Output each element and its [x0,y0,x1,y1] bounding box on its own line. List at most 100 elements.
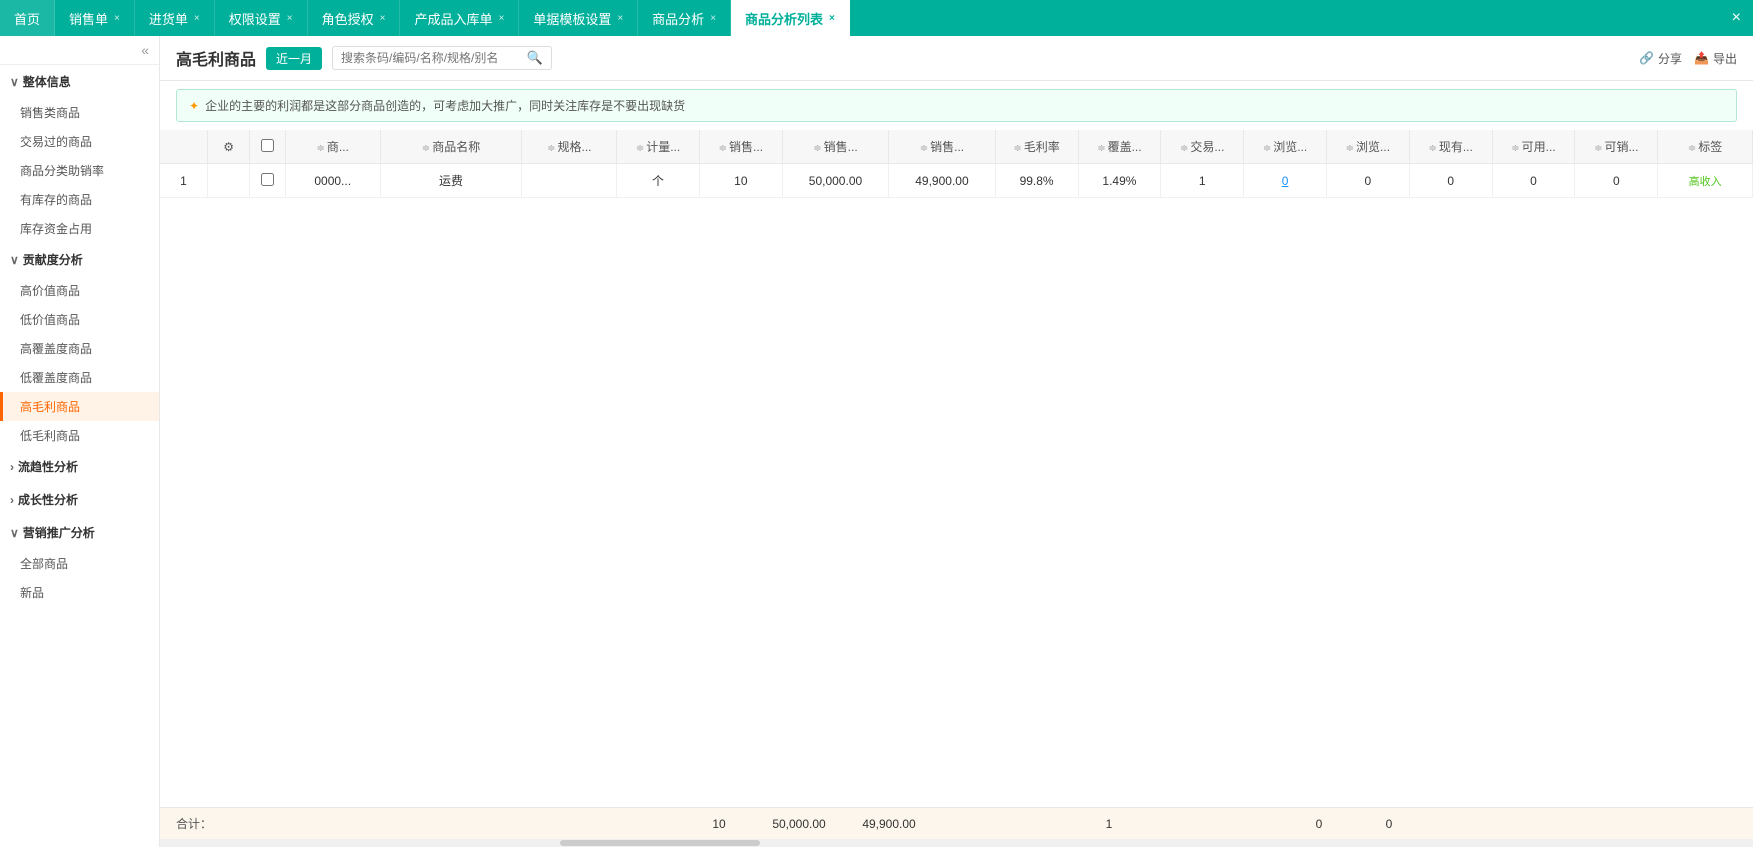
sidebar-group-label: 营销推广分析 [23,524,95,541]
search-icon[interactable]: 🔍 [527,50,543,66]
nav-item-权限设置[interactable]: 权限设置 × [215,0,308,36]
content-area: 高毛利商品 近一月 🔍 🔗 分享 📤 导出 ✦ 企业的主要的利润都是这部分商品创… [160,36,1753,847]
nav-close-销售单[interactable]: × [114,13,120,24]
col-header-settings[interactable]: ⚙ [207,130,250,164]
nav-item-角色授权[interactable]: 角色授权 × [308,0,401,36]
sidebar-item-低覆盖度商品[interactable]: 低覆盖度商品 [0,363,159,392]
sidebar-group-成长性分析[interactable]: › 成长性分析 [0,483,159,516]
cell-row-num: 1 [160,164,207,198]
share-button[interactable]: 🔗 分享 [1639,50,1682,67]
cell-sales_qty: 10 [699,164,782,198]
cell-unit: 个 [617,164,700,198]
nav-close-角色授权[interactable]: × [380,13,386,24]
table-header: ⚙≑商...≑商品名称≑规格...≑计量...≑销售...≑销售...≑销售..… [160,130,1753,164]
sidebar-item-销售类商品[interactable]: 销售类商品 [0,98,159,127]
col-header-coverage: ≑覆盖... [1078,130,1161,164]
tip-icon: ✦ [189,99,199,113]
sidebar-item-新品[interactable]: 新品 [0,578,159,607]
header-actions: 🔗 分享 📤 导出 [1639,50,1737,67]
col-header-current_stock: ≑现有... [1409,130,1492,164]
arrow-down-icon: ∨ [10,75,19,89]
arrow-right-icon: › [10,493,14,507]
col-header-browse2: ≑浏览... [1326,130,1409,164]
sidebar-group-label: 流趋性分析 [18,458,78,475]
export-button[interactable]: 📤 导出 [1694,50,1737,67]
cell-gross_margin: 99.8% [995,164,1078,198]
nav-item-产成品入库单[interactable]: 产成品入库单 × [400,0,519,36]
col-header-gross_margin: ≑毛利率 [995,130,1078,164]
sidebar-group-贡献度分析[interactable]: ∨贡献度分析 [0,243,159,276]
sidebar-group-营销推广分析[interactable]: ∨ 营销推广分析 [0,516,159,549]
time-filter-button[interactable]: 近一月 [266,47,322,70]
nav-close-进货单[interactable]: × [194,13,200,24]
horizontal-scrollbar[interactable] [160,839,1753,847]
nav-item-进货单[interactable]: 进货单 × [135,0,215,36]
nav-close-商品分析[interactable]: × [710,13,716,24]
col-header-checkbox[interactable] [250,130,285,164]
col-header-sales_amount: ≑销售... [782,130,888,164]
row-checkbox[interactable] [261,173,274,186]
nav-item-商品分析[interactable]: 商品分析 × [638,0,731,36]
sidebar: « ∨整体信息销售类商品交易过的商品商品分类助销率有库存的商品库存资金占用∨贡献… [0,36,160,847]
nav-close-商品分析列表[interactable]: × [829,13,835,24]
table-row: 10000...运费个1050,000.0049,900.0099.8%1.49… [160,164,1753,198]
sidebar-item-有库存的商品[interactable]: 有库存的商品 [0,185,159,214]
arrow-down-icon: ∨ [10,526,19,540]
col-header-transaction: ≑交易... [1161,130,1244,164]
sidebar-group-流趋性分析[interactable]: › 流趋性分析 [0,450,159,483]
cell-sales_amount: 50,000.00 [782,164,888,198]
nav-item-首页[interactable]: 首页 [0,0,55,36]
close-all-button[interactable]: × [1720,9,1753,27]
sidebar-item-高覆盖度商品[interactable]: 高覆盖度商品 [0,334,159,363]
top-navigation: 首页销售单 ×进货单 ×权限设置 ×角色授权 ×产成品入库单 ×单据模板设置 ×… [0,0,1753,36]
nav-item-销售单[interactable]: 销售单 × [55,0,135,36]
sidebar-group-label: 成长性分析 [18,491,78,508]
sidebar-item-低价值商品[interactable]: 低价值商品 [0,305,159,334]
sidebar-item-商品分类助销率[interactable]: 商品分类助销率 [0,156,159,185]
footer-cell-15: 0 [1284,817,1354,831]
main-layout: « ∨整体信息销售类商品交易过的商品商品分类助销率有库存的商品库存资金占用∨贡献… [0,36,1753,847]
sidebar-collapse-button[interactable]: « [0,36,159,65]
footer-cell-5 [534,817,614,831]
export-icon: 📤 [1694,51,1709,65]
footer-cell-6 [614,817,684,831]
nav-close-单据模板设置[interactable]: × [617,13,623,24]
cell-coverage: 1.49% [1078,164,1161,198]
sidebar-group-label: 整体信息 [23,73,71,90]
sidebar-item-全部商品[interactable]: 全部商品 [0,549,159,578]
cell-transaction: 1 [1161,164,1244,198]
cell-settings[interactable] [207,164,250,198]
sidebar-item-低毛利商品[interactable]: 低毛利商品 [0,421,159,450]
cell-saleable: 0 [1575,164,1658,198]
sidebar-item-库存资金占用[interactable]: 库存资金占用 [0,214,159,243]
browse-link[interactable]: 0 [1282,174,1289,188]
footer-total-label: 合计： [160,815,228,832]
sidebar-item-高价值商品[interactable]: 高价值商品 [0,276,159,305]
page-title: 高毛利商品 [176,46,256,70]
col-header-name: ≑商品名称 [380,130,522,164]
select-all-checkbox[interactable] [261,139,274,152]
sidebar-item-高毛利商品[interactable]: 高毛利商品 [0,392,159,421]
cell-current_stock: 0 [1409,164,1492,198]
sidebar-item-交易过的商品[interactable]: 交易过的商品 [0,127,159,156]
search-input[interactable] [341,51,527,65]
arrow-right-icon: › [10,460,14,474]
sidebar-group-label: 贡献度分析 [23,251,83,268]
cell-sales_net: 49,900.00 [889,164,995,198]
footer-cell-2 [304,817,334,831]
nav-item-单据模板设置[interactable]: 单据模板设置 × [519,0,638,36]
nav-item-商品分析列表[interactable]: 商品分析列表 × [731,0,850,36]
cell-browse2: 0 [1326,164,1409,198]
col-header-sales_net: ≑销售... [889,130,995,164]
footer-cell-16: 0 [1354,817,1424,831]
col-header-spec: ≑规格... [522,130,617,164]
data-table: ⚙≑商...≑商品名称≑规格...≑计量...≑销售...≑销售...≑销售..… [160,130,1753,198]
footer-cell-1 [268,817,304,831]
cell-checkbox[interactable] [250,164,285,198]
nav-close-产成品入库单[interactable]: × [498,13,504,24]
sidebar-group-整体信息[interactable]: ∨ 整体信息 [0,65,159,98]
nav-close-权限设置[interactable]: × [287,13,293,24]
col-header-sales_qty: ≑销售... [699,130,782,164]
footer-cell-10 [934,817,1004,831]
cell-browse1[interactable]: 0 [1244,164,1327,198]
